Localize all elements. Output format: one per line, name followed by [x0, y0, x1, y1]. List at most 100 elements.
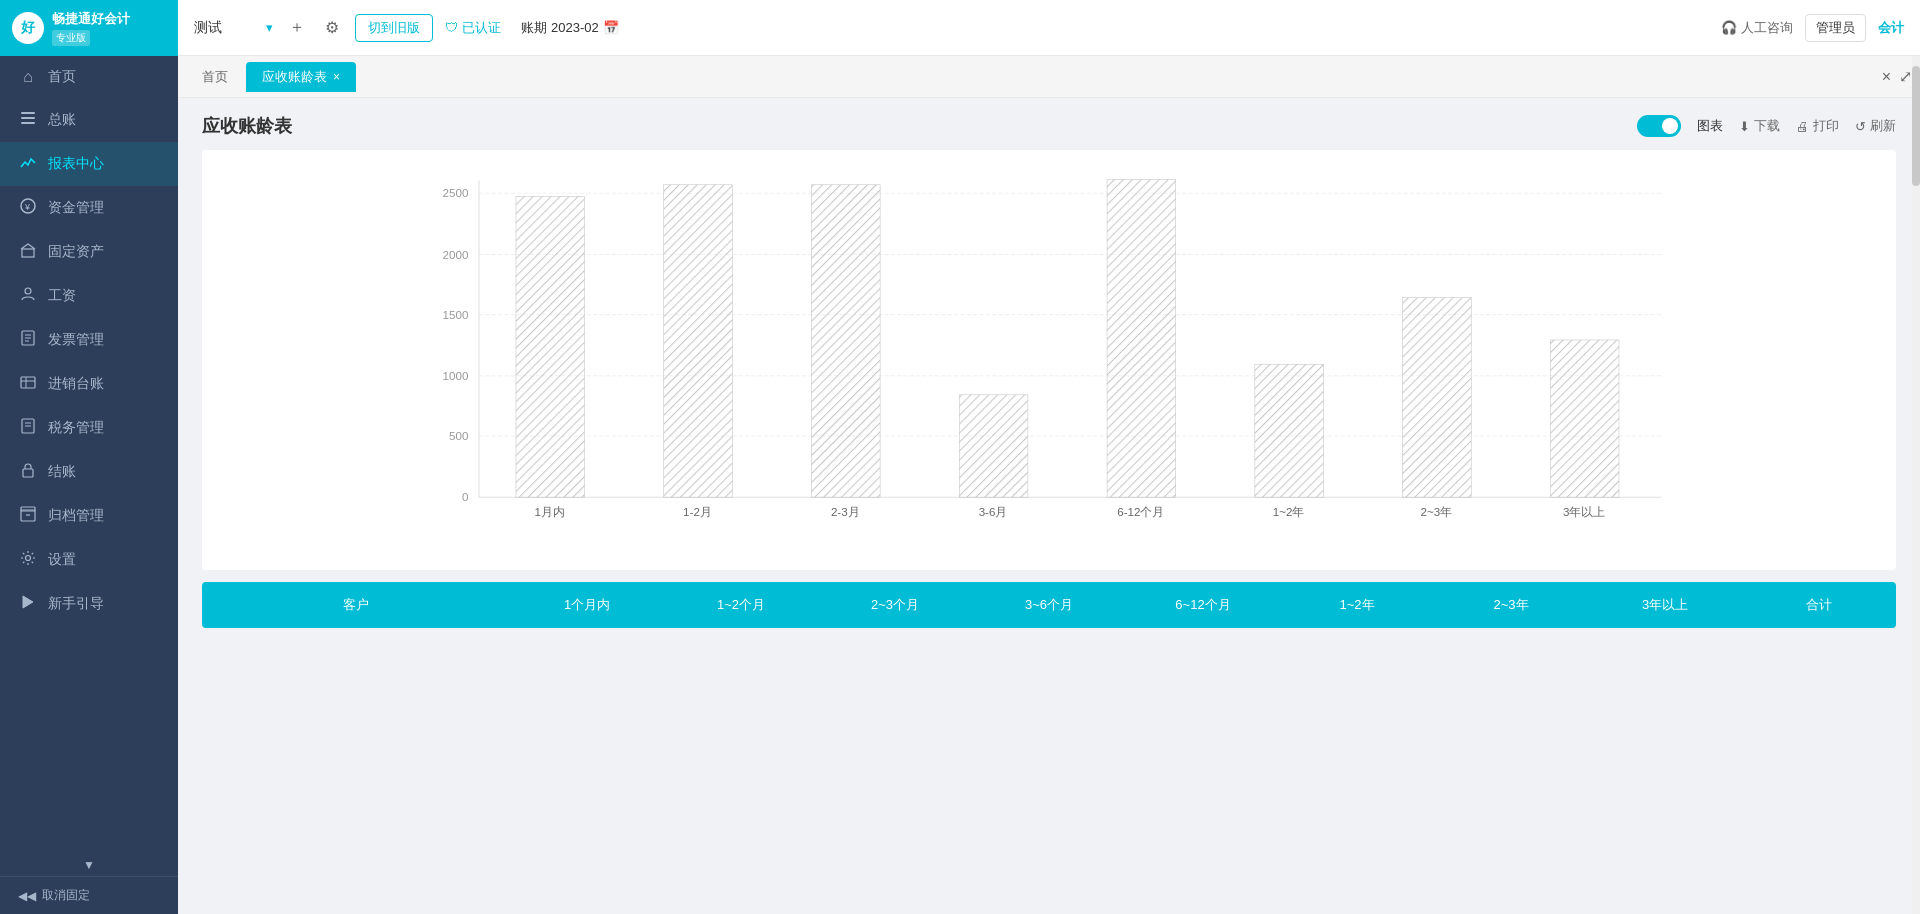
- bar-2-3年: [1403, 298, 1472, 498]
- sidebar-item-archive[interactable]: 归档管理: [0, 494, 178, 538]
- project-name: 测试: [194, 19, 254, 37]
- sidebar-item-payroll[interactable]: 工资: [0, 274, 178, 318]
- svg-text:1月内: 1月内: [534, 505, 564, 518]
- project-dropdown[interactable]: ▾: [266, 20, 273, 35]
- sidebar-item-tax[interactable]: 税务管理: [0, 406, 178, 450]
- switch-version-button[interactable]: 切到旧版: [355, 14, 433, 42]
- scrollbar-thumb: [1912, 66, 1920, 186]
- svg-point-21: [26, 556, 31, 561]
- svg-text:¥: ¥: [24, 202, 31, 212]
- refresh-icon: ↺: [1855, 119, 1866, 134]
- svg-rect-2: [21, 122, 35, 124]
- closing-icon: [18, 462, 38, 482]
- svg-rect-5: [22, 249, 34, 257]
- reports-icon: [18, 154, 38, 174]
- svg-text:1500: 1500: [443, 308, 469, 321]
- help-button[interactable]: 🎧 人工咨询: [1721, 19, 1793, 37]
- bar-1-2月: [664, 185, 733, 497]
- sidebar-item-ledger[interactable]: 总账: [0, 98, 178, 142]
- tab-home[interactable]: 首页: [186, 62, 244, 92]
- print-button[interactable]: 🖨 打印: [1796, 117, 1839, 135]
- sidebar-item-funds[interactable]: ¥ 资金管理: [0, 186, 178, 230]
- svg-text:2500: 2500: [443, 186, 469, 199]
- table-header: 客户 1个月内 1~2个月 2~3个月 3~6个月 6~12个月 1~2年 2~…: [202, 582, 1896, 628]
- col-total: 合计: [1742, 582, 1896, 628]
- bar-2-3月: [812, 185, 881, 497]
- cert-icon: 🛡: [445, 20, 458, 35]
- col-1-2month: 1~2个月: [664, 582, 818, 628]
- guide-icon: [18, 594, 38, 614]
- bar-3年以上: [1550, 340, 1619, 497]
- svg-text:2~3年: 2~3年: [1421, 505, 1453, 518]
- sidebar-item-settings[interactable]: 设置: [0, 538, 178, 582]
- svg-text:3年以上: 3年以上: [1563, 505, 1605, 518]
- refresh-button[interactable]: ↺ 刷新: [1855, 117, 1896, 135]
- print-icon: 🖨: [1796, 119, 1809, 134]
- svg-text:2000: 2000: [443, 248, 469, 261]
- purchase-icon: [18, 374, 38, 394]
- download-button[interactable]: ⬇ 下载: [1739, 117, 1780, 135]
- report-header: 应收账龄表 图表 ⬇ 下载 🖨 打印 ↺ 刷新: [178, 98, 1920, 150]
- download-icon: ⬇: [1739, 119, 1750, 134]
- chart-toggle-label: 图表: [1697, 117, 1723, 135]
- invoices-icon: [18, 330, 38, 350]
- topbar: 测试 ▾ ＋ ⚙ 切到旧版 🛡 已认证 账期 2023-02 📅 🎧 人工咨询 …: [178, 0, 1920, 56]
- svg-point-6: [25, 288, 31, 294]
- settings-button[interactable]: ⚙: [321, 14, 343, 41]
- payroll-icon: [18, 286, 38, 306]
- tax-icon: [18, 418, 38, 438]
- svg-text:1-2月: 1-2月: [683, 505, 712, 518]
- sidebar-item-reports[interactable]: 报表中心: [0, 142, 178, 186]
- svg-text:6-12个月: 6-12个月: [1117, 505, 1164, 518]
- sidebar-fix-button[interactable]: ◀◀ 取消固定: [0, 876, 178, 914]
- settings-icon: [18, 550, 38, 570]
- right-scrollbar[interactable]: [1912, 56, 1920, 914]
- col-1-2year: 1~2年: [1280, 582, 1434, 628]
- tabbar-actions: × ⤢: [1882, 67, 1912, 86]
- add-button[interactable]: ＋: [285, 13, 309, 42]
- chart-toggle[interactable]: [1637, 115, 1681, 137]
- period-info: 账期 2023-02 📅: [521, 19, 619, 37]
- tab-close-window-button[interactable]: ×: [1882, 67, 1891, 86]
- user-button[interactable]: 管理员: [1805, 14, 1866, 42]
- cert-status: 🛡 已认证: [445, 19, 501, 37]
- logo-icon: 好: [12, 12, 44, 44]
- home-icon: ⌂: [18, 68, 38, 86]
- svg-text:3-6月: 3-6月: [979, 505, 1008, 518]
- bar-chart: 0 500 1000 1500 2000 2500 1月内 1-2月: [222, 170, 1876, 550]
- chart-area: 0 500 1000 1500 2000 2500 1月内 1-2月: [202, 150, 1896, 570]
- sidebar-item-assets[interactable]: 固定资产: [0, 230, 178, 274]
- col-6-12month: 6~12个月: [1126, 582, 1280, 628]
- sidebar-item-closing[interactable]: 结账: [0, 450, 178, 494]
- tabbar: 首页 应收账龄表 × × ⤢: [178, 56, 1920, 98]
- table-area: 客户 1个月内 1~2个月 2~3个月 3~6个月 6~12个月 1~2年 2~…: [202, 582, 1896, 628]
- svg-rect-17: [23, 469, 33, 477]
- sidebar-item-purchase[interactable]: 进销台账: [0, 362, 178, 406]
- col-customer: 客户: [202, 582, 510, 628]
- tab-expand-button[interactable]: ⤢: [1899, 67, 1912, 86]
- tab-receivable[interactable]: 应收账龄表 ×: [246, 62, 356, 92]
- col-3-6month: 3~6个月: [972, 582, 1126, 628]
- svg-marker-22: [23, 596, 33, 608]
- tab-close-icon[interactable]: ×: [333, 70, 340, 84]
- sidebar-nav: ⌂ 首页 总账 报表中心 ¥ 资金管理 固定资产: [0, 56, 178, 853]
- sidebar: 好 畅捷通好会计 专业版 ⌂ 首页 总账 报表中心 ¥ 资金管理: [0, 0, 178, 914]
- col-3year-plus: 3年以上: [1588, 582, 1742, 628]
- calendar-icon[interactable]: 📅: [603, 20, 619, 35]
- sidebar-item-invoices[interactable]: 发票管理: [0, 318, 178, 362]
- sidebar-item-home[interactable]: ⌂ 首页: [0, 56, 178, 98]
- svg-text:2-3月: 2-3月: [831, 505, 860, 518]
- sidebar-scroll-down[interactable]: ▼: [0, 853, 178, 876]
- assets-icon: [18, 242, 38, 262]
- pin-icon: ◀◀: [18, 889, 36, 903]
- bar-3-6月: [959, 395, 1028, 497]
- role-button[interactable]: 会计: [1878, 19, 1904, 37]
- headphone-icon: 🎧: [1721, 20, 1737, 35]
- report-actions: 图表 ⬇ 下载 🖨 打印 ↺ 刷新: [1637, 115, 1896, 137]
- col-2-3year: 2~3年: [1434, 582, 1588, 628]
- bar-1月内: [516, 196, 585, 497]
- bar-1-2年: [1255, 364, 1324, 497]
- sidebar-item-guide[interactable]: 新手引导: [0, 582, 178, 626]
- main-content: 测试 ▾ ＋ ⚙ 切到旧版 🛡 已认证 账期 2023-02 📅 🎧 人工咨询 …: [178, 0, 1920, 914]
- sidebar-logo: 好 畅捷通好会计 专业版: [0, 0, 178, 56]
